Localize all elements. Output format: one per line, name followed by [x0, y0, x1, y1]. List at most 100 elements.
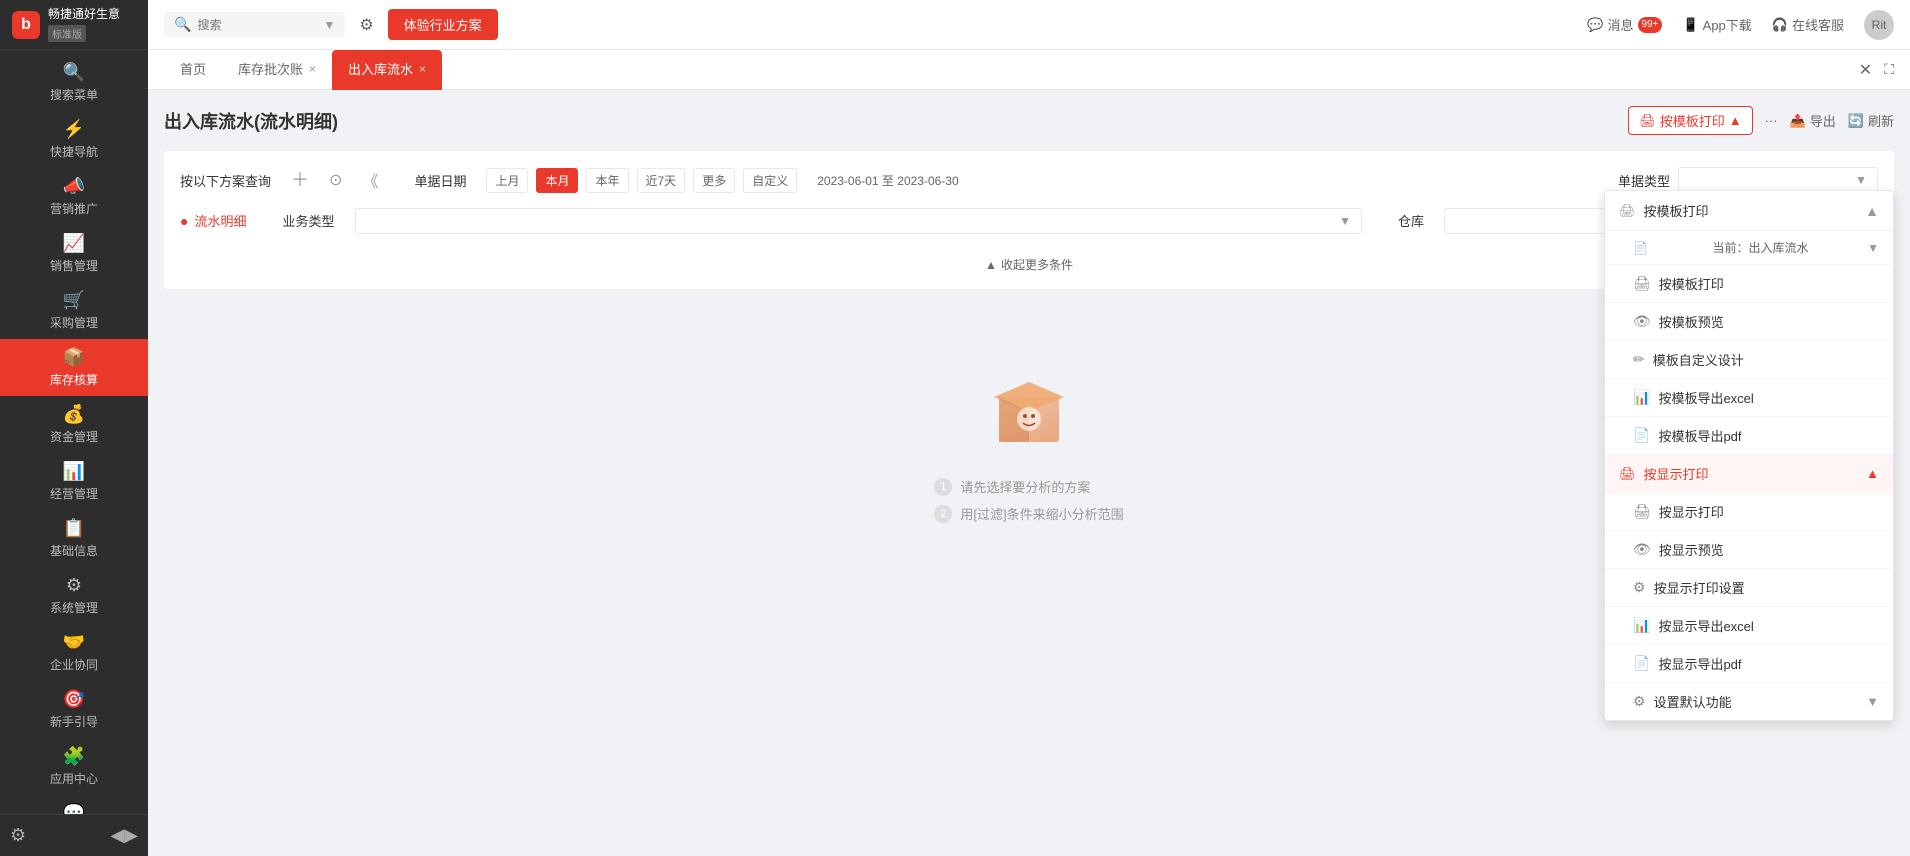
sidebar-item-search[interactable]: 🔍 搜索菜单 [0, 54, 148, 111]
date-filter-label: 单据日期 [414, 171, 466, 190]
display-preview-item-label: 按显示预览 [1659, 540, 1724, 559]
main-area: 🔍 ▼ ⚙ 体验行业方案 💬 消息 99+ 📱 App下载 🎧 在线客服 Rit [148, 0, 1910, 856]
sidebar-item-purchase[interactable]: 🛒 采购管理 [0, 282, 148, 339]
refresh-button[interactable]: 🔄 刷新 [1848, 111, 1894, 130]
sidebar-item-basic[interactable]: 📋 基础信息 [0, 510, 148, 567]
tab-inventory-batch[interactable]: 库存批次账 × [222, 50, 332, 90]
tab-bar-right: ✕ ⛶ [1859, 60, 1894, 80]
messages-button[interactable]: 💬 消息 99+ [1587, 15, 1662, 34]
more-options-button[interactable]: ··· [1765, 113, 1778, 128]
template-custom-item-label: 模板自定义设计 [1653, 350, 1744, 369]
date-custom-button[interactable]: 自定义 [743, 168, 797, 193]
set-default-arrow-icon: ▼ [1866, 694, 1879, 709]
date-more-button[interactable]: 更多 [693, 168, 735, 193]
marketing-icon: 📣 [63, 176, 85, 197]
content-area: 出入库流水(流水明细) 🖨 按模板打印 ▲ ··· 📤 导出 [148, 90, 1910, 856]
template-print-button[interactable]: 🖨 按模板打印 ▲ [1628, 106, 1752, 135]
tab-flow-close[interactable]: × [419, 62, 426, 76]
template-print-label: 按模板打印 [1660, 111, 1725, 130]
collapse-more-button[interactable]: ▲ 收起更多条件 [985, 256, 1073, 273]
dropdown-template-custom[interactable]: ✏ 模板自定义设计 [1605, 341, 1893, 379]
app-download-button[interactable]: 📱 App下载 [1682, 15, 1751, 34]
dropdown-arrow-icon: ▼ [323, 18, 335, 32]
active-filter-tag: ● 流水明细 [180, 205, 246, 236]
wechat-icon: 💬 [63, 803, 85, 814]
user-name: Rit [1872, 18, 1887, 32]
template-print-dropdown: 🖨 按模板打印 ▲ 📄 当前：出入库流水 ▼ 🖨 按模板打印 👁 按模板预览 ✏ [1604, 190, 1894, 721]
export-button[interactable]: 📤 导出 [1790, 111, 1836, 130]
basic-icon: 📋 [63, 518, 85, 539]
display-excel-icon: 📊 [1633, 617, 1650, 634]
template-pdf-item-label: 按模板导出pdf [1658, 426, 1741, 445]
sidebar-item-label: 采购管理 [50, 314, 98, 331]
sidebar-item-label: 销售管理 [50, 257, 98, 274]
sidebar-item-sales[interactable]: 📈 销售管理 [0, 225, 148, 282]
sidebar-item-label: 应用中心 [50, 770, 98, 787]
sidebar-item-enterprise[interactable]: 🤝 企业协同 [0, 624, 148, 681]
tab-flow[interactable]: 出入库流水 × [332, 50, 442, 90]
set-default-label: 设置默认功能 [1654, 692, 1732, 711]
display-print-section-header[interactable]: 🖨 按显示打印 ▲ [1605, 455, 1893, 493]
export-icon: 📤 [1790, 113, 1806, 129]
sidebar-item-label: 企业协同 [50, 656, 98, 673]
topbar-right: 💬 消息 99+ 📱 App下载 🎧 在线客服 Rit [1587, 10, 1894, 40]
sidebar-item-label: 资金管理 [50, 428, 98, 445]
filter-collapse-icon[interactable]: 《 [362, 168, 378, 192]
maximize-icon[interactable]: ⛶ [1884, 61, 1894, 78]
search-input[interactable] [197, 18, 317, 32]
collapse-sidebar-icon[interactable]: ◀▶ [110, 825, 138, 846]
topbar-search-box[interactable]: 🔍 ▼ [164, 12, 345, 37]
sidebar-item-guide[interactable]: 🎯 新手引导 [0, 681, 148, 738]
business-type-select[interactable]: ▼ [355, 208, 1362, 234]
sidebar-item-system[interactable]: ⚙ 系统管理 [0, 567, 148, 624]
sidebar-item-wechat[interactable]: 💬 企业微信 [0, 795, 148, 814]
industry-solution-button[interactable]: 体验行业方案 [388, 9, 498, 40]
date-current-year-button[interactable]: 本年 [586, 168, 628, 193]
dropdown-display-print-settings[interactable]: ⚙ 按显示打印设置 [1605, 569, 1893, 607]
dropdown-display-print[interactable]: 🖨 按显示打印 [1605, 493, 1893, 531]
dropdown-template-preview[interactable]: 👁 按模板预览 [1605, 303, 1893, 341]
dropdown-display-excel[interactable]: 📊 按显示导出excel [1605, 607, 1893, 645]
close-page-icon[interactable]: ✕ [1859, 60, 1872, 80]
add-filter-button[interactable]: ＋ [291, 171, 309, 189]
date-7days-button[interactable]: 近7天 [637, 168, 686, 193]
topbar-gear-icon[interactable]: ⚙ [359, 15, 373, 35]
display-pdf-item-label: 按显示导出pdf [1658, 654, 1741, 673]
dropdown-display-preview[interactable]: 👁 按显示预览 [1605, 531, 1893, 569]
sidebar-item-finance[interactable]: 💰 资金管理 [0, 396, 148, 453]
tab-inventory-batch-close[interactable]: × [309, 62, 316, 76]
date-quick-buttons: 上月 本月 本年 近7天 更多 自定义 [486, 168, 797, 193]
template-excel-item-label: 按模板导出excel [1658, 388, 1753, 407]
headset-icon: 🎧 [1772, 17, 1788, 33]
messages-label: 消息 [1607, 15, 1633, 34]
filter-scheme-label: 按以下方案查询 [180, 171, 271, 190]
tab-home[interactable]: 首页 [164, 50, 222, 90]
sidebar-item-inventory[interactable]: 📦 库存核算 [0, 339, 148, 396]
settings-bottom-icon[interactable]: ⚙ [10, 825, 26, 846]
dropdown-template-excel[interactable]: 📊 按模板导出excel [1605, 379, 1893, 417]
sidebar-item-app-center[interactable]: 🧩 应用中心 [0, 738, 148, 795]
set-default-icon: ⚙ [1633, 693, 1646, 710]
display-preview-icon: 👁 [1633, 541, 1651, 558]
display-excel-item-label: 按显示导出excel [1658, 616, 1753, 635]
sidebar-item-quick-nav[interactable]: ⚡ 快捷导航 [0, 111, 148, 168]
logo-icon: b [12, 11, 40, 39]
user-avatar[interactable]: Rit [1864, 10, 1894, 40]
online-service-button[interactable]: 🎧 在线客服 [1772, 15, 1844, 34]
dropdown-display-pdf[interactable]: 📄 按显示导出pdf [1605, 645, 1893, 683]
sidebar-item-label: 经营管理 [50, 485, 98, 502]
sidebar-item-operation[interactable]: 📊 经营管理 [0, 453, 148, 510]
dropdown-header[interactable]: 🖨 按模板打印 ▲ [1605, 191, 1893, 231]
display-pdf-icon: 📄 [1633, 655, 1650, 672]
dropdown-set-default[interactable]: ⚙ 设置默认功能 ▼ [1605, 683, 1893, 720]
date-last-month-button[interactable]: 上月 [486, 168, 528, 193]
sidebar-item-marketing[interactable]: 📣 营销推广 [0, 168, 148, 225]
sidebar-bottom: ⚙ ◀▶ [0, 814, 148, 856]
dropdown-title-group: 🖨 按模板打印 [1619, 201, 1709, 220]
dropdown-template-pdf[interactable]: 📄 按模板导出pdf [1605, 417, 1893, 455]
filter-settings-button[interactable]: ⊙ [329, 170, 342, 190]
dropdown-header-arrow-icon: ▲ [1865, 203, 1879, 219]
dropdown-template-print[interactable]: 🖨 按模板打印 [1605, 265, 1893, 303]
date-current-month-button[interactable]: 本月 [536, 168, 578, 193]
current-arrow-icon: ▼ [1867, 241, 1879, 255]
